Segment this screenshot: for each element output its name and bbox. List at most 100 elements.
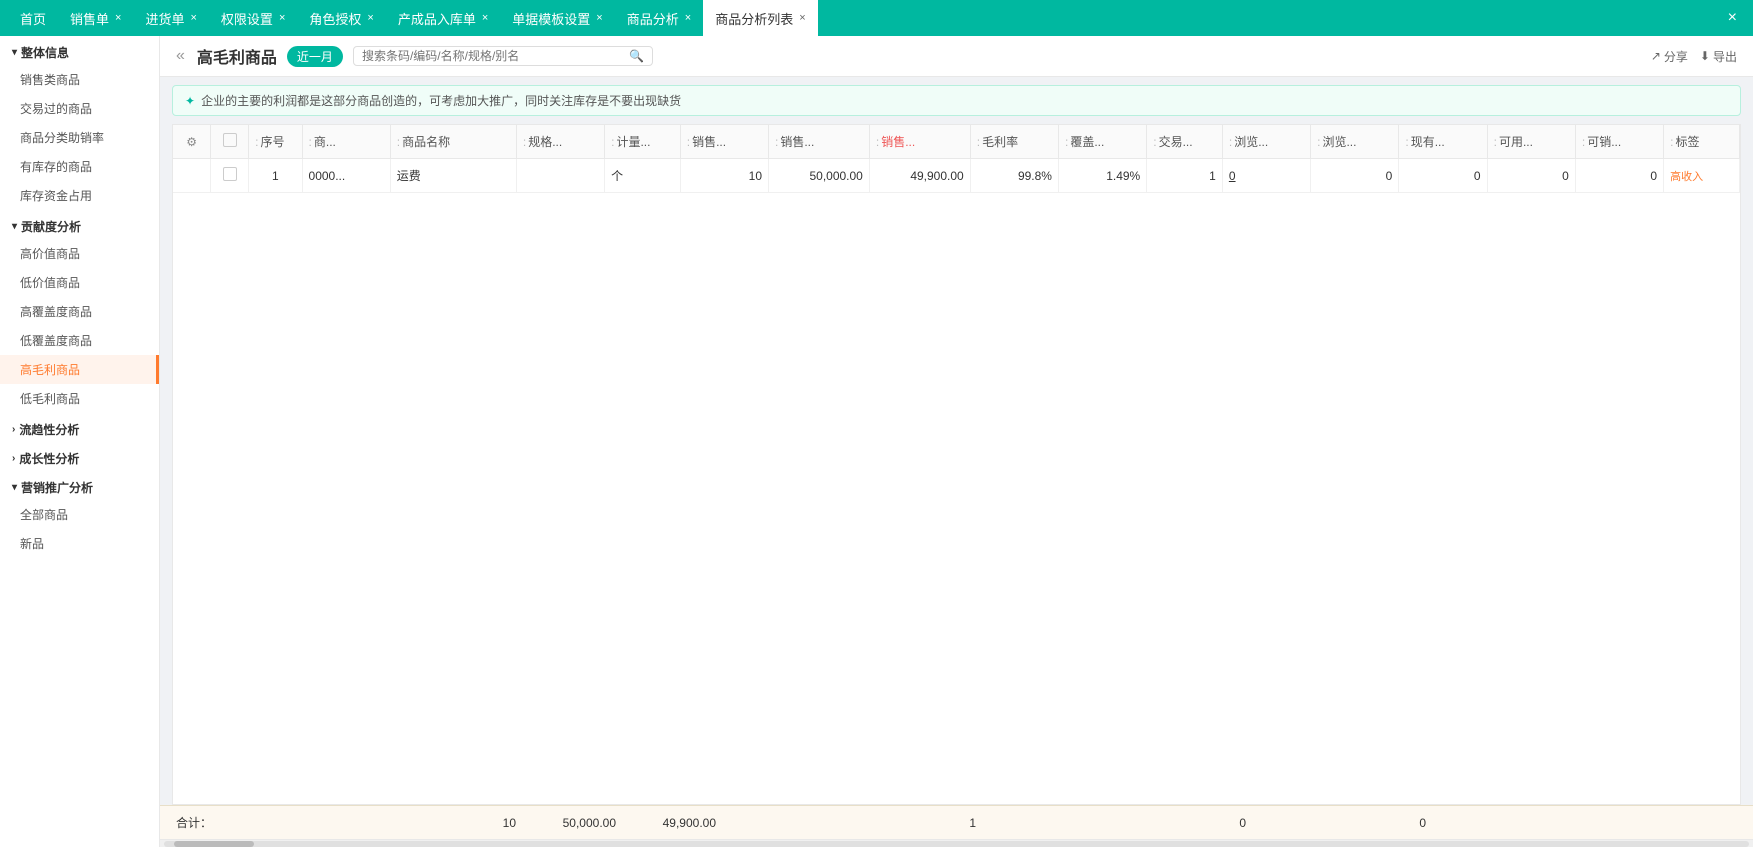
- collapse-sidebar-btn[interactable]: «: [176, 47, 185, 65]
- date-filter-btn[interactable]: 近一月: [287, 46, 343, 67]
- nav-purchase[interactable]: 进货单 ×: [133, 0, 208, 36]
- sidebar-item-high-coverage[interactable]: 高覆盖度商品: [0, 297, 159, 326]
- col-tag[interactable]: :标签: [1664, 125, 1740, 159]
- col-current-stock[interactable]: :现有...: [1399, 125, 1487, 159]
- col-unit[interactable]: :计量...: [605, 125, 681, 159]
- cell-browse1[interactable]: 0: [1222, 159, 1310, 193]
- footer-sellable: 0: [1356, 816, 1426, 830]
- cell-checkbox: [211, 159, 249, 193]
- sidebar-item-sales-goods[interactable]: 销售类商品: [0, 65, 159, 94]
- col-checkbox: [211, 125, 249, 159]
- data-table: ⚙ :序号 :商... :商品名称 :规格... :计量... :销售... :…: [173, 125, 1740, 193]
- col-browse1[interactable]: :浏览...: [1222, 125, 1310, 159]
- share-btn[interactable]: ↗ 分享: [1651, 48, 1688, 65]
- nav-role[interactable]: 角色授权 ×: [297, 0, 385, 36]
- sidebar-item-stock-capital[interactable]: 库存资金占用: [0, 181, 159, 210]
- cell-sellable: 0: [1575, 159, 1663, 193]
- col-code[interactable]: :商...: [302, 125, 390, 159]
- sidebar-item-category-assist[interactable]: 商品分类助销率: [0, 123, 159, 152]
- nav-close-purchase[interactable]: ×: [190, 12, 196, 24]
- col-settings[interactable]: ⚙: [173, 125, 211, 159]
- nav-permission[interactable]: 权限设置 ×: [209, 0, 297, 36]
- col-gross-margin[interactable]: :毛利率: [970, 125, 1058, 159]
- content-area: « 高毛利商品 近一月 🔍 ↗ 分享 ⬇ 导出 ✦ 企业的主要的利润都是这部: [160, 36, 1753, 847]
- nav-close-template[interactable]: ×: [596, 12, 602, 24]
- nav-close-product-analysis[interactable]: ×: [685, 12, 691, 24]
- sidebar-item-low-coverage[interactable]: 低覆盖度商品: [0, 326, 159, 355]
- col-browse2[interactable]: :浏览...: [1311, 125, 1399, 159]
- nav-close-product-in[interactable]: ×: [482, 12, 488, 24]
- table-row: 1 0000... 运费 个 10 50,000.00 49,900.00 99…: [173, 159, 1740, 193]
- arrow-overall: ▾: [12, 47, 17, 58]
- sidebar-group-trend[interactable]: › 流趋性分析: [0, 413, 159, 442]
- cell-browse2: 0: [1311, 159, 1399, 193]
- sidebar-item-low-margin[interactable]: 低毛利商品: [0, 384, 159, 413]
- table-container: ⚙ :序号 :商... :商品名称 :规格... :计量... :销售... :…: [172, 124, 1741, 805]
- footer-sales-qty: 10: [446, 816, 516, 830]
- cell-coverage: 1.49%: [1058, 159, 1146, 193]
- col-sales-cost[interactable]: :销售...: [869, 125, 970, 159]
- arrow-trend: ›: [12, 424, 15, 435]
- row-checkbox[interactable]: [223, 167, 237, 181]
- scrollbar-area: [160, 839, 1753, 847]
- cell-sales-cost: 49,900.00: [869, 159, 970, 193]
- sidebar-item-new-goods[interactable]: 新品: [0, 529, 159, 558]
- nav-product-analysis[interactable]: 商品分析 ×: [615, 0, 703, 36]
- export-icon: ⬇: [1700, 49, 1710, 63]
- sidebar-group-overall[interactable]: ▾ 整体信息: [0, 36, 159, 65]
- sidebar-group-growth[interactable]: › 成长性分析: [0, 442, 159, 471]
- col-sales-amount[interactable]: :销售...: [769, 125, 870, 159]
- sidebar-group-marketing[interactable]: ▾ 营销推广分析: [0, 471, 159, 500]
- col-index: :序号: [249, 125, 302, 159]
- sidebar-item-high-value[interactable]: 高价值商品: [0, 239, 159, 268]
- sidebar-item-all-goods[interactable]: 全部商品: [0, 500, 159, 529]
- col-coverage[interactable]: :覆盖...: [1058, 125, 1146, 159]
- header-actions: ↗ 分享 ⬇ 导出: [1651, 48, 1737, 65]
- nav-close-sales[interactable]: ×: [115, 12, 121, 24]
- nav-sales[interactable]: 销售单 ×: [58, 0, 133, 36]
- search-input[interactable]: [362, 49, 629, 63]
- nav-close-permission[interactable]: ×: [279, 12, 285, 24]
- settings-icon[interactable]: ⚙: [186, 135, 197, 149]
- nav-close-all[interactable]: ×: [1720, 9, 1745, 27]
- nav-product-analysis-list[interactable]: 商品分析列表 ×: [703, 0, 817, 36]
- sidebar-item-stocked-goods[interactable]: 有库存的商品: [0, 152, 159, 181]
- col-available-stock[interactable]: :可用...: [1487, 125, 1575, 159]
- cell-trade: 1: [1147, 159, 1223, 193]
- nav-close-product-analysis-list[interactable]: ×: [799, 12, 805, 24]
- arrow-contribution: ▾: [12, 221, 17, 232]
- cell-code: 0000...: [302, 159, 390, 193]
- sidebar-item-high-margin[interactable]: 高毛利商品: [0, 355, 159, 384]
- export-btn[interactable]: ⬇ 导出: [1700, 48, 1737, 65]
- cell-index: 1: [249, 159, 302, 193]
- cell-name: 运费: [390, 159, 516, 193]
- table-header-row: ⚙ :序号 :商... :商品名称 :规格... :计量... :销售... :…: [173, 125, 1740, 159]
- sidebar-item-low-value[interactable]: 低价值商品: [0, 268, 159, 297]
- top-nav: 首页 销售单 × 进货单 × 权限设置 × 角色授权 × 产成品入库单 × 单据…: [0, 0, 1753, 36]
- nav-close-role[interactable]: ×: [367, 12, 373, 24]
- nav-product-in[interactable]: 产成品入库单 ×: [386, 0, 500, 36]
- col-trade[interactable]: :交易...: [1147, 125, 1223, 159]
- col-name[interactable]: :商品名称: [390, 125, 516, 159]
- arrow-growth: ›: [12, 453, 15, 464]
- info-text: 企业的主要的利润都是这部分商品创造的，可考虑加大推广，同时关注库存是不要出现缺货: [201, 92, 681, 109]
- col-sellable[interactable]: :可销...: [1575, 125, 1663, 159]
- nav-template[interactable]: 单据模板设置 ×: [500, 0, 614, 36]
- nav-home[interactable]: 首页: [8, 0, 58, 36]
- col-sales-qty[interactable]: :销售...: [680, 125, 768, 159]
- sidebar-group-contribution[interactable]: ▾ 贡献度分析: [0, 210, 159, 239]
- cell-sales-amount: 50,000.00: [769, 159, 870, 193]
- cell-current-stock: 0: [1399, 159, 1487, 193]
- footer-sales-amount: 50,000.00: [536, 816, 616, 830]
- search-box: 🔍: [353, 46, 653, 66]
- arrow-marketing: ▾: [12, 482, 17, 493]
- search-icon[interactable]: 🔍: [629, 49, 644, 63]
- cell-available-stock: 0: [1487, 159, 1575, 193]
- select-all-checkbox[interactable]: [223, 133, 237, 147]
- share-icon: ↗: [1651, 49, 1661, 63]
- info-banner: ✦ 企业的主要的利润都是这部分商品创造的，可考虑加大推广，同时关注库存是不要出现…: [172, 85, 1741, 116]
- col-spec[interactable]: :规格...: [516, 125, 604, 159]
- page-title: 高毛利商品: [197, 44, 277, 68]
- scrollbar-thumb[interactable]: [174, 841, 254, 847]
- sidebar-item-traded-goods[interactable]: 交易过的商品: [0, 94, 159, 123]
